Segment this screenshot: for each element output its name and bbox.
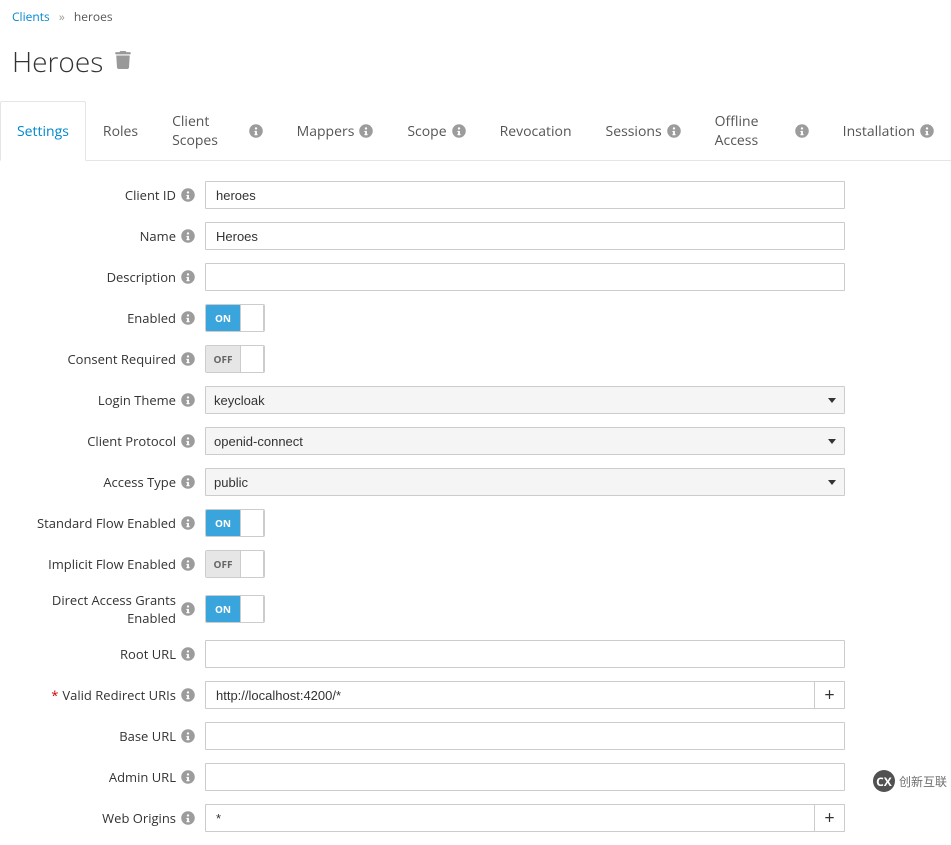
client-protocol-select[interactable]: openid-connect [205, 427, 845, 455]
consent-required-label: Consent Required [0, 350, 205, 368]
client-protocol-label: Client Protocol [0, 432, 205, 450]
breadcrumb-clients-link[interactable]: Clients [12, 8, 50, 25]
help-icon[interactable] [181, 811, 195, 825]
help-icon[interactable] [181, 352, 195, 366]
root-url-input[interactable] [205, 640, 845, 668]
breadcrumb-separator: » [59, 8, 65, 25]
admin-url-input[interactable] [205, 763, 845, 791]
trash-icon[interactable] [115, 51, 131, 73]
help-icon[interactable] [181, 516, 195, 530]
implicit-flow-toggle[interactable]: ONOFF [205, 550, 265, 578]
help-icon[interactable] [181, 188, 195, 202]
access-type-select[interactable]: public [205, 468, 845, 496]
description-label: Description [0, 268, 205, 286]
description-input[interactable] [205, 263, 845, 291]
help-icon[interactable] [181, 475, 195, 489]
tabs: SettingsRolesClient ScopesMappersScopeRe… [0, 101, 951, 161]
help-icon[interactable] [181, 434, 195, 448]
login-theme-label: Login Theme [0, 391, 205, 409]
standard-flow-toggle[interactable]: ONOFF [205, 509, 265, 537]
help-icon[interactable] [181, 557, 195, 571]
valid-redirect-input[interactable] [205, 681, 815, 709]
tab-sessions[interactable]: Sessions [589, 101, 698, 160]
name-input[interactable] [205, 222, 845, 250]
login-theme-select[interactable]: keycloak [205, 386, 845, 414]
breadcrumb-current: heroes [74, 8, 113, 25]
help-icon[interactable] [667, 124, 681, 138]
help-icon[interactable] [920, 124, 934, 138]
watermark-icon: CX [873, 770, 895, 792]
form-body: Client ID Name Description Enabled ONOFF… [0, 161, 951, 832]
enabled-toggle[interactable]: ONOFF [205, 304, 265, 332]
help-icon[interactable] [181, 393, 195, 407]
consent-required-toggle[interactable]: ONOFF [205, 345, 265, 373]
page-header: Heroes [0, 33, 951, 101]
help-icon[interactable] [249, 124, 263, 138]
help-icon[interactable] [795, 124, 809, 138]
help-icon[interactable] [359, 124, 373, 138]
page-title: Heroes [12, 43, 103, 81]
access-type-label: Access Type [0, 473, 205, 491]
web-origins-input[interactable] [205, 804, 815, 832]
tab-client-scopes[interactable]: Client Scopes [155, 101, 280, 160]
add-redirect-button[interactable]: + [815, 681, 845, 709]
standard-flow-label: Standard Flow Enabled [0, 514, 205, 532]
add-origin-button[interactable]: + [815, 804, 845, 832]
admin-url-label: Admin URL [0, 768, 205, 786]
help-icon[interactable] [181, 602, 195, 616]
tab-scope[interactable]: Scope [390, 101, 482, 160]
web-origins-label: Web Origins [0, 809, 205, 827]
root-url-label: Root URL [0, 645, 205, 663]
help-icon[interactable] [181, 311, 195, 325]
help-icon[interactable] [181, 229, 195, 243]
watermark: CX 创新互联 [873, 770, 947, 792]
direct-access-label: Direct Access Grants Enabled [0, 591, 205, 627]
tab-offline-access[interactable]: Offline Access [698, 101, 826, 160]
help-icon[interactable] [181, 270, 195, 284]
tab-installation[interactable]: Installation [826, 101, 951, 160]
tab-revocation[interactable]: Revocation [483, 101, 589, 160]
client-id-label: Client ID [0, 186, 205, 204]
help-icon[interactable] [181, 647, 195, 661]
tab-settings[interactable]: Settings [0, 101, 86, 161]
help-icon[interactable] [181, 688, 195, 702]
base-url-label: Base URL [0, 727, 205, 745]
implicit-flow-label: Implicit Flow Enabled [0, 555, 205, 573]
tab-roles[interactable]: Roles [86, 101, 155, 160]
enabled-label: Enabled [0, 309, 205, 327]
valid-redirect-label: *Valid Redirect URIs [0, 686, 205, 704]
help-icon[interactable] [181, 729, 195, 743]
tab-mappers[interactable]: Mappers [280, 101, 391, 160]
direct-access-toggle[interactable]: ONOFF [205, 595, 265, 623]
client-id-input[interactable] [205, 181, 845, 209]
name-label: Name [0, 227, 205, 245]
help-icon[interactable] [181, 770, 195, 784]
help-icon[interactable] [452, 124, 466, 138]
breadcrumb: Clients » heroes [0, 0, 951, 33]
base-url-input[interactable] [205, 722, 845, 750]
